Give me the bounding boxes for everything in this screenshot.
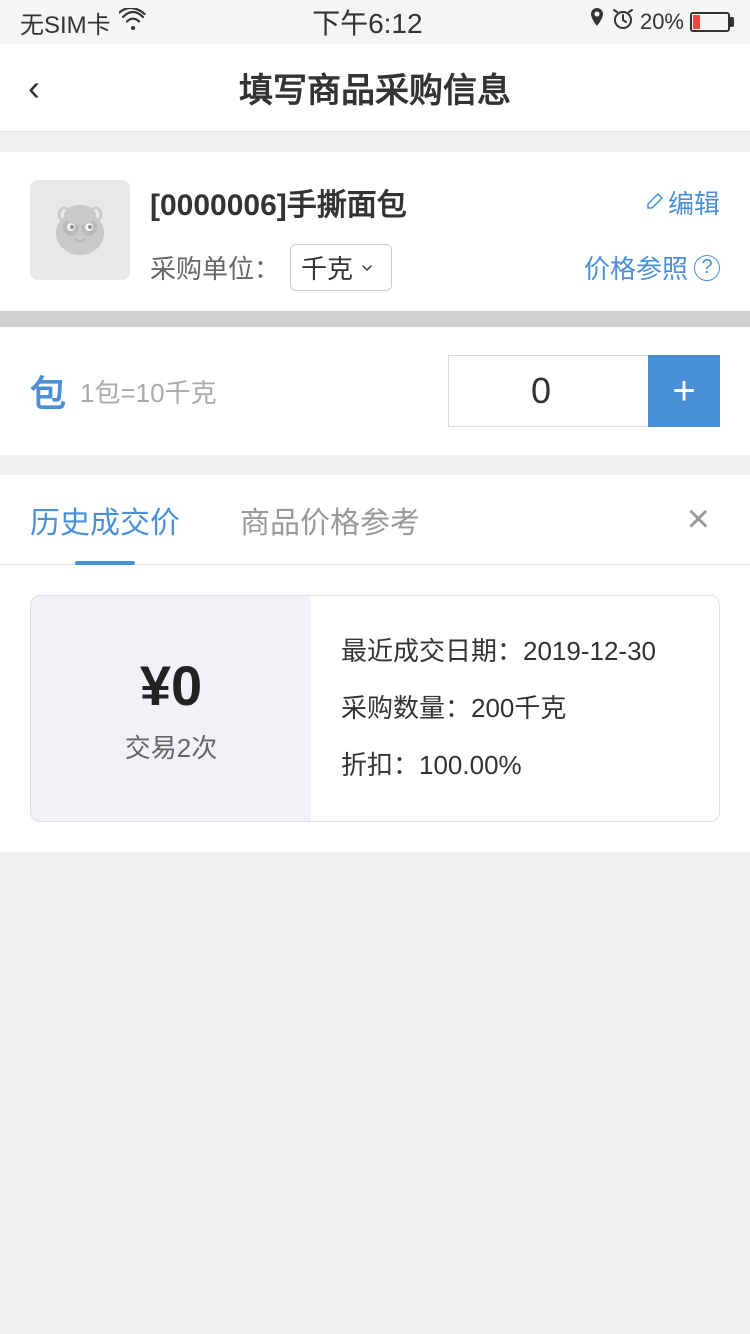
product-row: [0000006]手撕面包 编辑 采购单位： 千克 <box>30 180 720 291</box>
tabs-container: 历史成交价 商品价格参考 × <box>0 475 750 565</box>
qty-label: 采购数量： <box>341 693 471 723</box>
product-name: [0000006]手撕面包 <box>150 180 407 224</box>
history-right: 最近成交日期：2019-12-30 采购数量：200千克 折扣：100.00% <box>311 596 719 821</box>
tab-product-price-ref[interactable]: 商品价格参考 <box>240 475 420 565</box>
product-info-bottom: 采购单位： 千克 价格参照 ? <box>150 244 720 291</box>
battery-fill <box>693 15 700 29</box>
tabs-group: 历史成交价 商品价格参考 <box>30 475 420 565</box>
date-value: 2019-12-30 <box>523 636 656 666</box>
location-icon <box>588 8 606 36</box>
date-label: 最近成交日期： <box>341 636 523 666</box>
unit-label-text: 采购单位： <box>150 249 280 286</box>
alarm-icon <box>612 8 634 36</box>
tab-history-price[interactable]: 历史成交价 <box>30 475 180 565</box>
edit-button[interactable]: 编辑 <box>644 184 720 221</box>
main-content: 历史成交价 商品价格参考 × ¥0 交易2次 最近成交日期：2019-12-30… <box>0 475 750 1275</box>
quantity-input-group: + <box>448 355 720 427</box>
unit-equiv-text: 1包=10千克 <box>80 373 217 410</box>
help-icon: ? <box>694 255 720 281</box>
status-left: 无SIM卡 <box>20 5 147 40</box>
product-info: [0000006]手撕面包 编辑 采购单位： 千克 <box>150 180 720 291</box>
battery-percent: 20% <box>640 9 684 35</box>
history-section: ¥0 交易2次 最近成交日期：2019-12-30 采购数量：200千克 折扣：… <box>0 565 750 852</box>
product-card: [0000006]手撕面包 编辑 采购单位： 千克 <box>0 152 750 311</box>
history-trade-count: 交易2次 <box>125 728 217 765</box>
history-discount-row: 折扣：100.00% <box>341 746 689 785</box>
qty-value: 200千克 <box>471 693 566 723</box>
unit-select[interactable]: 千克 <box>290 244 392 291</box>
status-bar: 无SIM卡 下午6:12 20% <box>0 0 750 44</box>
back-button[interactable]: ‹ <box>28 67 40 109</box>
status-right: 20% <box>588 8 730 36</box>
nav-bar: ‹ 填写商品采购信息 <box>0 44 750 132</box>
gray-divider <box>0 311 750 327</box>
product-thumbnail <box>30 180 130 280</box>
unit-row: 采购单位： 千克 <box>150 244 392 291</box>
history-qty-row: 采购数量：200千克 <box>341 689 689 728</box>
battery-icon <box>690 12 730 32</box>
close-tab-button[interactable]: × <box>677 487 720 552</box>
plus-button[interactable]: + <box>648 355 720 427</box>
wifi-icon <box>119 8 147 37</box>
history-date-row: 最近成交日期：2019-12-30 <box>341 632 689 671</box>
carrier-text: 无SIM卡 <box>20 5 111 40</box>
history-left: ¥0 交易2次 <box>31 596 311 821</box>
status-time: 下午6:12 <box>312 2 423 42</box>
quantity-row: 包 1包=10千克 + <box>0 327 750 455</box>
product-info-top: [0000006]手撕面包 编辑 <box>150 180 720 224</box>
discount-value: 100.00% <box>419 750 522 780</box>
price-ref-button[interactable]: 价格参照 ? <box>584 249 720 286</box>
discount-label: 折扣： <box>341 750 419 780</box>
unit-label-group: 包 1包=10千克 <box>30 365 217 417</box>
unit-large-text: 包 <box>30 365 66 417</box>
history-price: ¥0 <box>140 653 202 718</box>
history-card: ¥0 交易2次 最近成交日期：2019-12-30 采购数量：200千克 折扣：… <box>30 595 720 822</box>
page-title: 填写商品采购信息 <box>239 63 511 112</box>
quantity-input[interactable] <box>448 355 648 427</box>
